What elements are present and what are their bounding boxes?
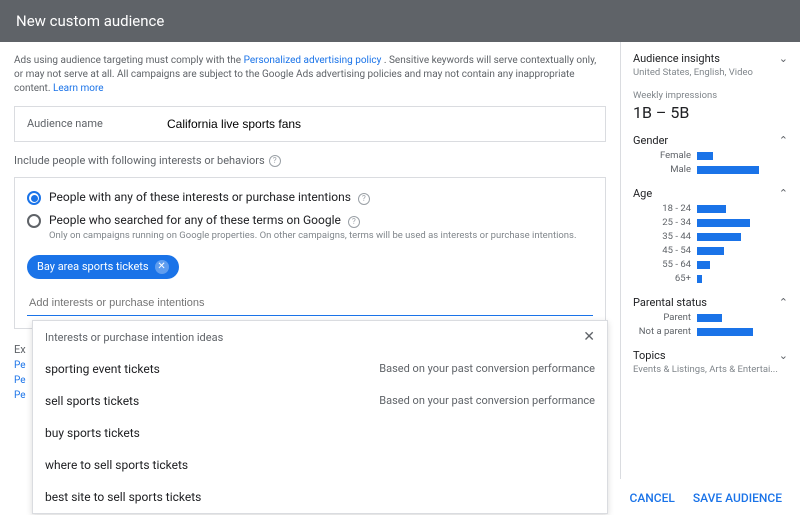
save-button[interactable]: SAVE AUDIENCE — [693, 491, 782, 505]
radio-checked-icon — [27, 191, 41, 205]
main-panel: Ads using audience targeting must comply… — [0, 42, 620, 515]
interest-chip[interactable]: Bay area sports tickets ✕ — [27, 255, 179, 279]
chip-label: Bay area sports tickets — [37, 260, 149, 273]
bar-row: Male — [633, 164, 788, 175]
suggestion-item[interactable]: sell sports ticketsBased on your past co… — [33, 385, 607, 417]
insights-sidebar: Audience insights ⌄ United States, Engli… — [620, 42, 800, 515]
dropdown-header: Interests or purchase intention ideas — [45, 331, 223, 344]
bar-row: 45 - 54 — [633, 245, 788, 256]
help-icon[interactable]: ? — [269, 155, 281, 167]
close-icon[interactable]: ✕ — [583, 329, 595, 345]
bar-row: Parent — [633, 312, 788, 323]
dialog-title: New custom audience — [16, 12, 164, 30]
targeting-card: People with any of these interests or pu… — [14, 177, 606, 329]
dialog-header: New custom audience — [0, 0, 800, 42]
include-header: Include people with following interests … — [14, 154, 606, 167]
bar-row: 55 - 64 — [633, 259, 788, 270]
suggestions-dropdown: Interests or purchase intention ideas ✕ … — [32, 320, 608, 514]
cancel-button[interactable]: CANCEL — [630, 491, 675, 505]
insights-title: Audience insights — [633, 52, 720, 65]
help-icon[interactable]: ? — [358, 193, 370, 205]
weekly-value: 1B – 5B — [633, 103, 788, 122]
radio-search-terms[interactable]: People who searched for any of these ter… — [27, 213, 593, 241]
bar-row: Female — [633, 150, 788, 161]
chevron-down-icon[interactable]: ⌄ — [779, 349, 788, 362]
audience-name-row: Audience name — [14, 106, 606, 142]
close-icon[interactable]: ✕ — [155, 260, 169, 274]
chevron-up-icon[interactable]: ⌃ — [779, 296, 788, 309]
weekly-label: Weekly impressions — [633, 90, 788, 101]
topics-section: Topics ⌄ Events & Listings, Arts & Enter… — [633, 349, 788, 375]
gender-section: Gender ⌃ FemaleMale — [633, 134, 788, 175]
bar-row: Not a parent — [633, 326, 788, 337]
insights-sub: United States, English, Video — [633, 67, 788, 78]
audience-name-label: Audience name — [27, 117, 167, 131]
interests-input[interactable] — [27, 291, 593, 316]
suggestion-item[interactable]: buy sports tickets — [33, 417, 607, 449]
suggestion-item[interactable]: sporting event ticketsBased on your past… — [33, 353, 607, 385]
suggestion-item[interactable]: best site to sell sports tickets — [33, 481, 607, 513]
footer-actions: CANCEL SAVE AUDIENCE — [612, 479, 800, 517]
chevron-up-icon[interactable]: ⌃ — [779, 187, 788, 200]
policy-notice: Ads using audience targeting must comply… — [14, 54, 606, 96]
bar-row: 65+ — [633, 273, 788, 284]
bar-row: 18 - 24 — [633, 203, 788, 214]
radio-unchecked-icon — [27, 214, 41, 228]
radio-interests[interactable]: People with any of these interests or pu… — [27, 190, 593, 205]
suggestion-item[interactable]: where to sell sports tickets — [33, 449, 607, 481]
age-section: Age ⌃ 18 - 2425 - 3435 - 4445 - 5455 - 6… — [633, 187, 788, 284]
chevron-down-icon[interactable]: ⌄ — [779, 52, 788, 65]
help-icon[interactable]: ? — [348, 216, 360, 228]
parental-section: Parental status ⌃ ParentNot a parent — [633, 296, 788, 337]
learn-more-link[interactable]: Learn more — [53, 83, 104, 94]
bar-row: 25 - 34 — [633, 217, 788, 228]
bar-row: 35 - 44 — [633, 231, 788, 242]
audience-name-input[interactable] — [167, 117, 593, 131]
chevron-up-icon[interactable]: ⌃ — [779, 134, 788, 147]
policy-link[interactable]: Personalized advertising policy — [244, 55, 382, 66]
